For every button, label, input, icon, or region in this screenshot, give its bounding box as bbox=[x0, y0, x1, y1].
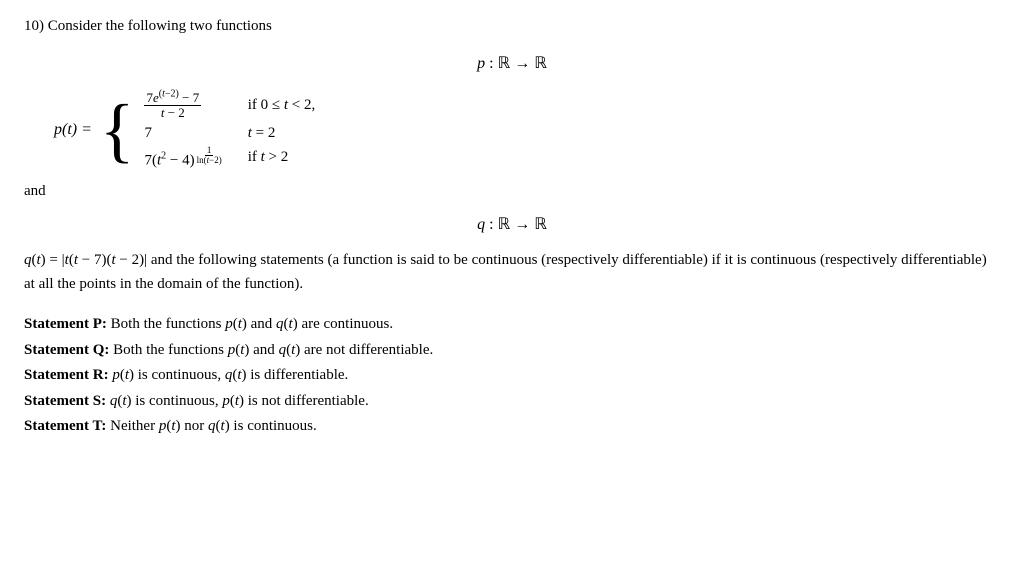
p-mapping-formula: p : ℝ → ℝ bbox=[24, 53, 1000, 73]
cases-table: 7e(t−2) − 7 t − 2 if 0 ≤ t < 2, 7 t = 2 … bbox=[144, 87, 315, 173]
and-word: and bbox=[24, 183, 1000, 200]
case-expr-3: 7(t2 − 4)1ln(t−2) bbox=[144, 146, 247, 170]
case-row-3: 7(t2 − 4)1ln(t−2) if t > 2 bbox=[144, 146, 315, 170]
case-cond-1: if 0 ≤ t < 2, bbox=[248, 91, 316, 121]
statement-q-text: Both the functions p(t) and q(t) are not… bbox=[113, 342, 433, 358]
case-row-2: 7 t = 2 bbox=[144, 125, 315, 142]
statement-r: Statement R: p(t) is continuous, q(t) is… bbox=[24, 363, 1000, 389]
case-cond-2: t = 2 bbox=[248, 125, 316, 142]
statement-t-label: Statement T: bbox=[24, 418, 106, 434]
case-expr-1: 7e(t−2) − 7 t − 2 bbox=[144, 91, 247, 121]
statement-q: Statement Q: Both the functions p(t) and… bbox=[24, 338, 1000, 364]
p-mapping-text: p bbox=[477, 55, 485, 72]
case-expr-2: 7 bbox=[144, 125, 247, 142]
case-row-1: 7e(t−2) − 7 t − 2 if 0 ≤ t < 2, bbox=[144, 91, 315, 121]
statements-section: Statement P: Both the functions p(t) and… bbox=[24, 312, 1000, 440]
question-container: 10) Consider the following two functions… bbox=[24, 18, 1000, 440]
piecewise-definition: p(t) = { 7e(t−2) − 7 t − 2 if 0 ≤ t < 2,… bbox=[54, 87, 1000, 173]
left-brace: { bbox=[100, 94, 135, 166]
statement-t: Statement T: Neither p(t) nor q(t) is co… bbox=[24, 414, 1000, 440]
statement-s-label: Statement S: bbox=[24, 393, 106, 409]
pt-label: p(t) = bbox=[54, 121, 92, 139]
statement-p-label: Statement P: bbox=[24, 316, 107, 332]
statement-s-text: q(t) is continuous, p(t) is not differen… bbox=[110, 393, 369, 409]
q-mapping-formula: q : ℝ → ℝ bbox=[24, 214, 1000, 234]
qt-definition: q(t) = |t(t − 7)(t − 2)| and the followi… bbox=[24, 248, 1000, 296]
statement-p: Statement P: Both the functions p(t) and… bbox=[24, 312, 1000, 338]
q-mapping-text: q bbox=[477, 216, 485, 233]
question-number: 10) bbox=[24, 18, 44, 34]
question-header: 10) Consider the following two functions bbox=[24, 18, 1000, 35]
case-cond-3: if t > 2 bbox=[248, 146, 316, 170]
statement-r-text: p(t) is continuous, q(t) is differentiab… bbox=[112, 367, 348, 383]
statement-s: Statement S: q(t) is continuous, p(t) is… bbox=[24, 389, 1000, 415]
statement-q-label: Statement Q: bbox=[24, 342, 109, 358]
question-intro: Consider the following two functions bbox=[48, 18, 272, 34]
statement-r-label: Statement R: bbox=[24, 367, 109, 383]
statement-t-text: Neither p(t) nor q(t) is continuous. bbox=[110, 418, 317, 434]
statement-p-text: Both the functions p(t) and q(t) are con… bbox=[111, 316, 393, 332]
